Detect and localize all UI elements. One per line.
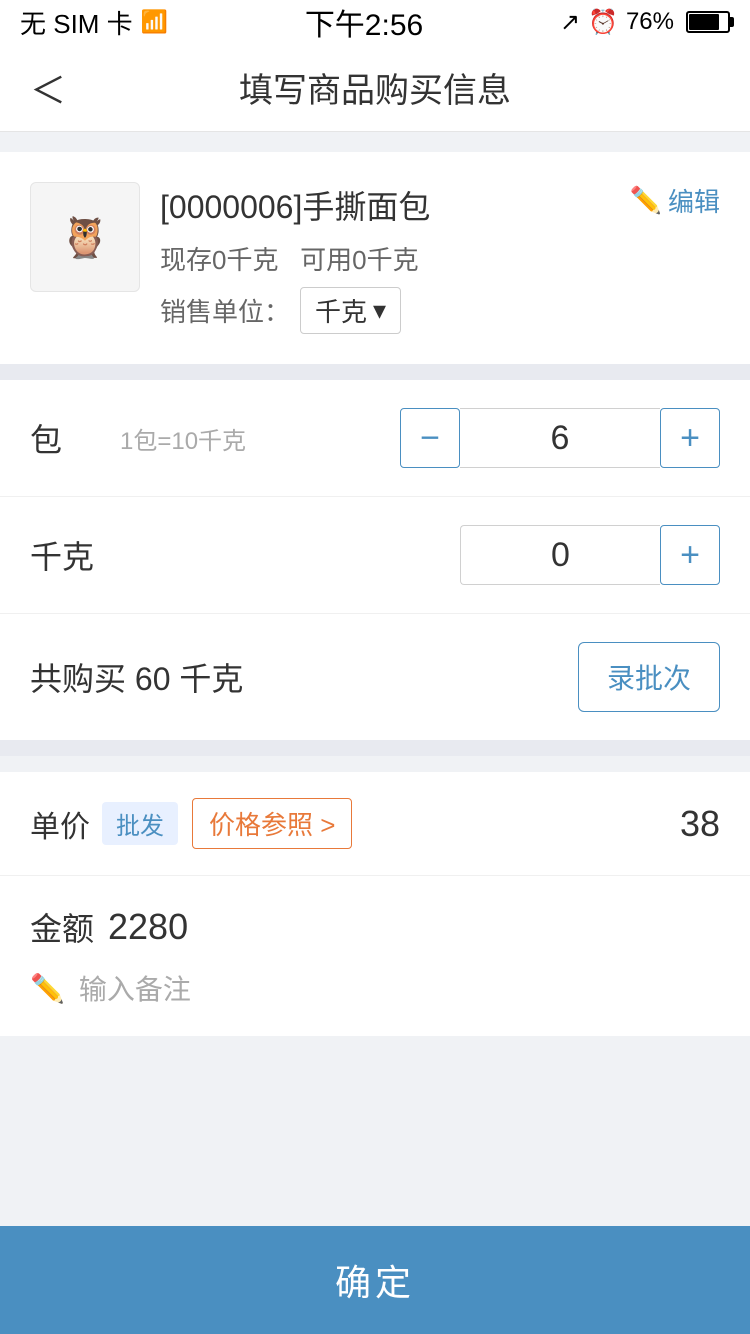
back-button[interactable]: ＜ <box>30 52 76 124</box>
edit-button[interactable]: ✏️ 编辑 <box>630 182 720 219</box>
kg-qty-input[interactable] <box>460 525 660 585</box>
kg-label: 千克 <box>30 532 110 578</box>
divider-2 <box>0 740 750 756</box>
location-icon: ↗ <box>560 8 580 37</box>
alarm-icon: ⏰ <box>588 8 618 37</box>
chevron-down-icon: ▾ <box>373 295 386 326</box>
summary-text: 共购买 60 千克 <box>30 654 578 700</box>
sim-label: 无 SIM 卡 <box>20 4 133 41</box>
status-left: 无 SIM 卡 📶 <box>20 4 168 41</box>
amount-value: 2280 <box>108 906 188 948</box>
status-bar: 无 SIM 卡 📶 下午2:56 ↗ ⏰ 76% <box>0 0 750 44</box>
amount-section: 金额 2280 ✏️ 输入备注 <box>0 876 750 1036</box>
bao-hint: 1包=10千克 <box>120 421 400 456</box>
product-name: [0000006]手撕面包 <box>160 182 430 228</box>
bao-qty-control: − + <box>400 408 720 468</box>
edit-icon: ✏️ <box>630 185 662 216</box>
bao-plus-button[interactable]: + <box>660 408 720 468</box>
remark-placeholder: 输入备注 <box>79 968 191 1008</box>
confirm-button[interactable]: 确定 <box>0 1226 750 1334</box>
amount-row: 金额 2280 <box>30 904 720 950</box>
product-card: 🦉 [0000006]手撕面包 ✏️ 编辑 现存0千克 可用0千克 销售单位： … <box>0 152 750 364</box>
battery-pct: 76% <box>626 8 674 36</box>
status-right: ↗ ⏰ 76% <box>560 8 730 37</box>
bao-qty-input[interactable] <box>460 408 660 468</box>
price-ref-button[interactable]: 价格参照 > <box>192 798 352 849</box>
price-row: 单价 批发 价格参照 > 38 <box>0 772 750 876</box>
kg-input-row: 千克 + <box>0 497 750 614</box>
remark-row[interactable]: ✏️ 输入备注 <box>30 968 720 1008</box>
input-section: 包 1包=10千克 − + 千克 + <box>0 380 750 614</box>
spacer <box>0 1036 750 1226</box>
price-section: 单价 批发 价格参照 > 38 <box>0 772 750 876</box>
page-title: 填写商品购买信息 <box>239 63 511 112</box>
product-logo-icon: 🦉 <box>60 214 110 261</box>
unit-dropdown[interactable]: 千克 ▾ <box>300 287 401 334</box>
status-time: 下午2:56 <box>305 0 423 44</box>
price-label: 单价 <box>30 802 90 846</box>
summary-row: 共购买 60 千克 录批次 <box>0 614 750 740</box>
divider-1 <box>0 364 750 380</box>
bao-label: 包 <box>30 415 110 461</box>
kg-qty-control: + <box>460 525 720 585</box>
product-stock: 现存0千克 可用0千克 <box>160 240 720 277</box>
bao-input-row: 包 1包=10千克 − + <box>0 380 750 497</box>
price-tag: 批发 <box>102 802 178 845</box>
wifi-icon: 📶 <box>141 9 168 35</box>
batch-button[interactable]: 录批次 <box>578 642 720 712</box>
battery-icon <box>686 11 730 33</box>
kg-plus-button[interactable]: + <box>660 525 720 585</box>
product-info: [0000006]手撕面包 ✏️ 编辑 现存0千克 可用0千克 销售单位： 千克… <box>160 182 720 334</box>
bao-minus-button[interactable]: − <box>400 408 460 468</box>
price-value: 38 <box>680 803 720 845</box>
amount-label: 金额 <box>30 904 94 950</box>
header: ＜ 填写商品购买信息 <box>0 44 750 132</box>
product-unit-row: 销售单位： 千克 ▾ <box>160 287 720 334</box>
pencil-icon: ✏️ <box>30 972 65 1005</box>
product-thumbnail: 🦉 <box>30 182 140 292</box>
